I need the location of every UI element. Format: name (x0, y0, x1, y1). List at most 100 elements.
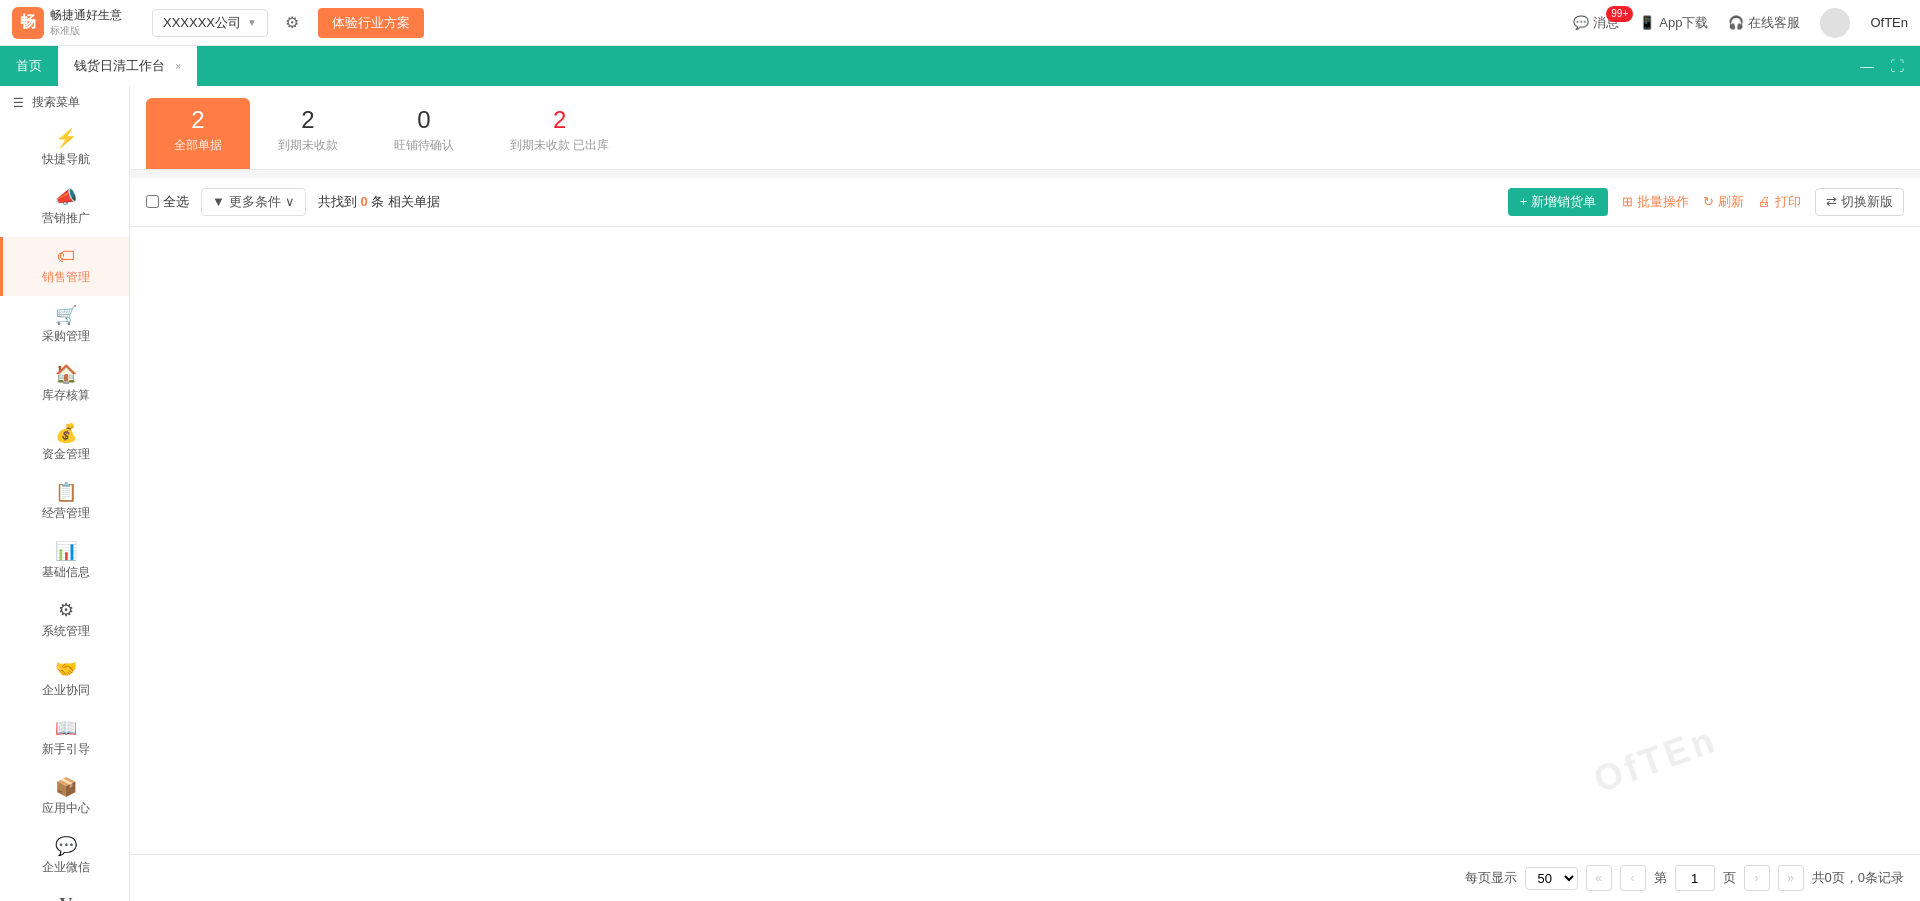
sidebar-item-label: 营销推广 (42, 210, 90, 227)
result-prefix: 共找到 (318, 194, 357, 209)
stat-label-pending: 旺铺待确认 (394, 137, 454, 154)
user-name[interactable]: OfTEn (1870, 15, 1908, 30)
filter-label: 更多条件 (229, 193, 281, 211)
stat-tab-overdue[interactable]: 2 到期未收款 (250, 98, 366, 169)
stat-count-all: 2 (191, 106, 204, 135)
sidebar-item-app-center[interactable]: 📦 应用中心 (0, 768, 129, 827)
sidebar-item-quick-nav[interactable]: ⚡ 快捷导航 (0, 119, 129, 178)
sidebar: ☰ 搜索菜单 ⚡ 快捷导航 📣 营销推广 🏷 销售管理 🛒 采购管理 🏠 库存核… (0, 86, 130, 901)
wechat-icon: 💬 (55, 837, 77, 855)
message-badge: 99+ (1606, 6, 1633, 22)
message-button[interactable]: 💬 消息 99+ (1573, 14, 1619, 32)
avatar[interactable] (1820, 8, 1850, 38)
sidebar-search[interactable]: ☰ 搜索菜单 (0, 86, 129, 119)
print-icon: 🖨 (1758, 194, 1771, 209)
sidebar-item-member[interactable]: V 畅会员 (0, 886, 129, 901)
guide-icon: 📖 (55, 719, 77, 737)
stat-count-pending: 0 (417, 106, 430, 135)
stat-tab-all[interactable]: 2 全部单据 (146, 98, 250, 169)
sidebar-item-finance[interactable]: 💰 资金管理 (0, 414, 129, 473)
switch-icon: ⇄ (1826, 194, 1837, 209)
content-area: 2 全部单据 2 到期未收款 0 旺铺待确认 2 到期未收款 已出库 全选 (130, 86, 1920, 901)
quick-nav-icon: ⚡ (55, 129, 77, 147)
select-all-label: 全选 (163, 193, 189, 211)
sidebar-item-inventory[interactable]: 🏠 库存核算 (0, 355, 129, 414)
per-page-label: 每页显示 (1465, 869, 1517, 887)
logo-text: 畅捷通好生意 标准版 (50, 8, 122, 37)
company-selector[interactable]: XXXXXX公司 ▼ (152, 9, 268, 37)
stat-label-overdue-out: 到期未收款 已出库 (510, 137, 609, 154)
sidebar-item-label: 经营管理 (42, 505, 90, 522)
tab-home-label: 首页 (16, 57, 42, 75)
menu-icon: ☰ (13, 96, 24, 110)
switch-version-button[interactable]: ⇄ 切换新版 (1815, 188, 1904, 216)
top-header: 畅 畅捷通好生意 标准版 XXXXXX公司 ▼ ⚙ 体验行业方案 💬 消息 99… (0, 0, 1920, 46)
toolbar-right: + 新增销货单 ⊞ 批量操作 ↻ 刷新 🖨 打印 ⇄ 切换新版 (1508, 188, 1904, 216)
sidebar-item-sales[interactable]: 🏷 销售管理 (0, 237, 129, 296)
tab-expand-icon[interactable]: ⛶ (1884, 56, 1910, 76)
tab-close-icon[interactable]: × (175, 60, 181, 72)
sidebar-item-label: 系统管理 (42, 623, 90, 640)
tab-bar: 首页 钱货日清工作台 × — ⛶ (0, 46, 1920, 86)
header-right: 💬 消息 99+ 📱 App下载 🎧 在线客服 OfTEn (1573, 8, 1908, 38)
purchase-icon: 🛒 (55, 306, 77, 324)
settings-button[interactable]: ⚙ (278, 9, 306, 37)
sidebar-item-wechat[interactable]: 💬 企业微信 (0, 827, 129, 886)
sidebar-item-purchase[interactable]: 🛒 采购管理 (0, 296, 129, 355)
sidebar-item-marketing[interactable]: 📣 营销推广 (0, 178, 129, 237)
page-input[interactable] (1675, 865, 1715, 891)
sidebar-search-label: 搜索菜单 (32, 94, 80, 111)
gear-icon: ⚙ (285, 13, 299, 32)
system-icon: ⚙ (58, 601, 74, 619)
tab-cash-work-label: 钱货日清工作台 (74, 57, 165, 75)
main-layout: ☰ 搜索菜单 ⚡ 快捷导航 📣 营销推广 🏷 销售管理 🛒 采购管理 🏠 库存核… (0, 86, 1920, 901)
app-center-icon: 📦 (55, 778, 77, 796)
page-label: 第 (1654, 869, 1667, 887)
sidebar-item-cooperation[interactable]: 🤝 企业协同 (0, 650, 129, 709)
sidebar-item-system[interactable]: ⚙ 系统管理 (0, 591, 129, 650)
trial-button[interactable]: 体验行业方案 (318, 8, 424, 38)
logo-icon: 畅 (12, 7, 44, 39)
last-page-button[interactable]: » (1778, 865, 1804, 891)
result-count: 0 (361, 194, 368, 209)
tab-cash-work[interactable]: 钱货日清工作台 × (58, 46, 197, 86)
tab-home[interactable]: 首页 (0, 46, 58, 86)
tab-minimize-icon[interactable]: — (1854, 56, 1880, 76)
switch-label: 切换新版 (1841, 193, 1893, 211)
sidebar-item-label: 基础信息 (42, 564, 90, 581)
add-sale-order-button[interactable]: + 新增销货单 (1508, 188, 1608, 216)
select-all-checkbox[interactable]: 全选 (146, 193, 189, 211)
refresh-button[interactable]: ↻ 刷新 (1703, 193, 1744, 211)
toolbar: 全选 ▼ 更多条件 ∨ 共找到 0 条 相关单据 + 新增销货单 ⊞ 批量操作 … (130, 178, 1920, 227)
sidebar-item-basic-info[interactable]: 📊 基础信息 (0, 532, 129, 591)
prev-page-button[interactable]: ‹ (1620, 865, 1646, 891)
cooperation-icon: 🤝 (55, 660, 77, 678)
app-download-button[interactable]: 📱 App下载 (1639, 14, 1708, 32)
stat-label-overdue: 到期未收款 (278, 137, 338, 154)
stat-label-all: 全部单据 (174, 137, 222, 154)
print-button[interactable]: 🖨 打印 (1758, 193, 1801, 211)
result-suffix: 条 相关单据 (371, 194, 440, 209)
stat-tab-overdue-out[interactable]: 2 到期未收款 已出库 (482, 98, 637, 169)
operation-icon: 📋 (55, 483, 77, 501)
filter-button[interactable]: ▼ 更多条件 ∨ (201, 188, 306, 216)
sales-icon: 🏷 (57, 247, 75, 265)
batch-operation-button[interactable]: ⊞ 批量操作 (1622, 193, 1689, 211)
online-service-button[interactable]: 🎧 在线客服 (1728, 14, 1800, 32)
app-download-label: App下载 (1659, 14, 1708, 32)
pagination: 每页显示 50 « ‹ 第 页 › » 共0页，0条记录 (130, 854, 1920, 901)
stat-tab-pending[interactable]: 0 旺铺待确认 (366, 98, 482, 169)
select-all-input[interactable] (146, 195, 159, 208)
sidebar-item-label: 企业协同 (42, 682, 90, 699)
first-page-button[interactable]: « (1586, 865, 1612, 891)
per-page-select[interactable]: 50 (1525, 867, 1578, 890)
sidebar-item-label: 销售管理 (42, 269, 90, 286)
sidebar-item-guide[interactable]: 📖 新手引导 (0, 709, 129, 768)
table-area (130, 227, 1920, 854)
stat-count-overdue-out: 2 (553, 106, 566, 135)
finance-icon: 💰 (55, 424, 77, 442)
sidebar-item-label: 应用中心 (42, 800, 90, 817)
next-page-button[interactable]: › (1744, 865, 1770, 891)
marketing-icon: 📣 (55, 188, 77, 206)
sidebar-item-operation[interactable]: 📋 经营管理 (0, 473, 129, 532)
